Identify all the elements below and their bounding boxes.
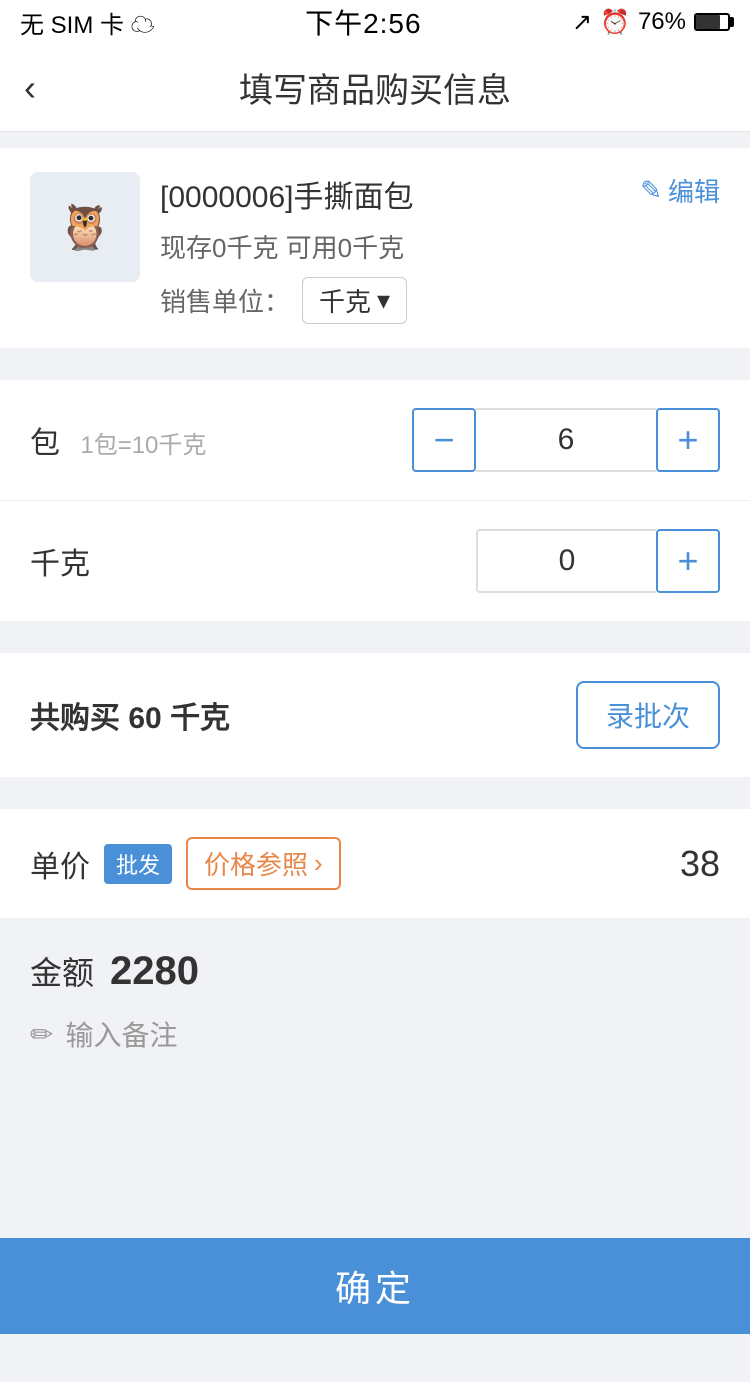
- product-unit-row: 销售单位： 千克 ▾: [160, 277, 720, 324]
- package-section: 包 1包=10千克 − + 千克 +: [0, 380, 750, 621]
- no-sim-label: 无 SIM 卡 ☁: [20, 5, 155, 40]
- summary-unit: 千克: [170, 702, 230, 735]
- separator-3: [0, 777, 750, 793]
- battery-icon: [694, 13, 730, 31]
- batch-button[interactable]: 录批次: [576, 681, 720, 749]
- summary-prefix: 共购买: [30, 702, 120, 735]
- summary-qty: 60: [128, 702, 161, 735]
- package-label: 包 1包=10千克: [30, 418, 412, 462]
- dropdown-icon: ▾: [377, 285, 390, 316]
- package-increment-button[interactable]: +: [656, 408, 720, 472]
- price-left: 单价 批发 价格参照 ›: [30, 837, 341, 890]
- product-name: [0000006]手撕面包: [160, 172, 720, 216]
- price-row: 单价 批发 价格参照 › 38: [30, 837, 720, 890]
- product-image: 🦉: [30, 172, 140, 282]
- remark-row[interactable]: ✏ 输入备注: [30, 1014, 720, 1054]
- unit-value: 千克: [319, 282, 371, 319]
- status-bar: 无 SIM 卡 ☁ 下午2:56 ↗ ⏰ 76%: [0, 0, 750, 44]
- price-value: 38: [680, 843, 720, 885]
- battery-label: 76%: [638, 8, 686, 36]
- status-right: ↗ ⏰ 76%: [572, 8, 730, 37]
- price-tag-pifa: 批发: [104, 844, 172, 884]
- back-button[interactable]: ‹: [24, 67, 36, 109]
- kg-qty-control: +: [476, 529, 720, 593]
- separator-2: [0, 621, 750, 637]
- kg-qty-input[interactable]: [476, 529, 656, 593]
- summary-row: 共购买 60 千克 录批次: [0, 653, 750, 777]
- product-info: [0000006]手撕面包 现存0千克 可用0千克 销售单位： 千克 ▾: [160, 172, 720, 324]
- unit-label: 销售单位：: [160, 282, 290, 319]
- amount-section: 金额 2280 ✏ 输入备注: [0, 920, 750, 1082]
- edit-label: 编辑: [668, 172, 720, 209]
- alarm-icon: ⏰: [600, 8, 630, 37]
- confirm-label: 确定: [335, 1260, 415, 1312]
- product-stock: 现存0千克 可用0千克: [160, 228, 720, 265]
- amount-row: 金额 2280: [30, 948, 720, 994]
- amount-value: 2280: [110, 949, 199, 994]
- location-icon: ↗: [572, 8, 592, 37]
- confirm-button[interactable]: 确定: [0, 1238, 750, 1334]
- remark-placeholder: 输入备注: [65, 1014, 177, 1054]
- page-title: 填写商品购买信息: [239, 63, 511, 112]
- status-time: 下午2:56: [305, 2, 422, 42]
- price-ref-icon: ›: [314, 848, 323, 879]
- package-decrement-button[interactable]: −: [412, 408, 476, 472]
- price-section: 单价 批发 价格参照 › 38: [0, 809, 750, 918]
- unit-select[interactable]: 千克 ▾: [302, 277, 407, 324]
- edit-icon: ✎: [640, 175, 662, 206]
- spacer-area: [0, 1082, 750, 1382]
- product-thumbnail: 🦉: [58, 201, 113, 253]
- nav-bar: ‹ 填写商品购买信息: [0, 44, 750, 132]
- edit-button[interactable]: ✎ 编辑: [640, 172, 720, 209]
- remark-icon: ✏: [30, 1018, 53, 1051]
- package-qty-input[interactable]: [476, 408, 656, 472]
- price-label: 单价: [30, 842, 90, 886]
- product-card: 🦉 [0000006]手撕面包 现存0千克 可用0千克 销售单位： 千克 ▾ ✎…: [0, 148, 750, 348]
- kg-label: 千克: [30, 539, 476, 583]
- package-qty-control: − +: [412, 408, 720, 472]
- separator-1: [0, 348, 750, 364]
- status-left: 无 SIM 卡 ☁: [20, 5, 155, 40]
- price-ref-button[interactable]: 价格参照 ›: [186, 837, 341, 890]
- kg-increment-button[interactable]: +: [656, 529, 720, 593]
- price-ref-label: 价格参照: [204, 845, 308, 882]
- summary-text: 共购买 60 千克: [30, 693, 230, 737]
- package-input-row: 包 1包=10千克 − +: [0, 380, 750, 501]
- amount-label: 金额: [30, 948, 94, 994]
- package-hint: 1包=10千克: [80, 432, 206, 459]
- kg-input-row: 千克 +: [0, 501, 750, 621]
